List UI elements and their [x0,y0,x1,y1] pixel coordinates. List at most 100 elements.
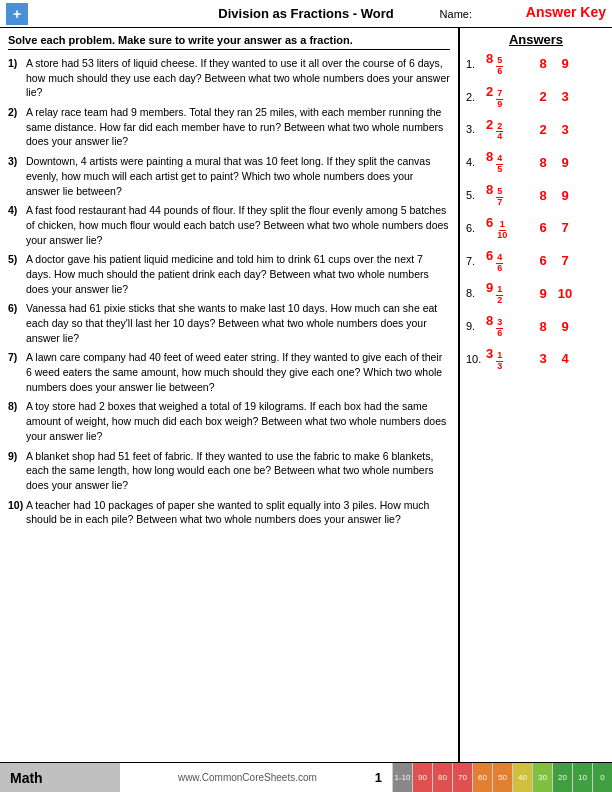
answer-row: 3. 224 2 3 [466,117,606,143]
answers-section: Answers 1. 856 8 9 2. 279 2 3 3. 224 2 3… [460,28,612,762]
answer-whole: 2 [486,84,493,99]
answer-whole: 3 [486,346,493,361]
answer-fraction: 6110 [486,215,531,241]
header-title: Division as Fractions - Word [218,6,393,21]
answer-frac-part: 46 [496,253,503,274]
frac-denominator: 3 [496,362,503,372]
answer-upper-bound: 9 [557,56,573,71]
answer-whole: 9 [486,280,493,295]
answer-number: 4. [466,156,486,168]
answer-row: 7. 646 6 7 [466,248,606,274]
problem-text: A relay race team had 9 members. Total t… [26,105,450,149]
problem-text: Downtown, 4 artists were painting a mura… [26,154,450,198]
problem-number: 10) [8,498,26,527]
answer-frac-part: 36 [496,318,503,339]
answer-lower-bound: 9 [535,286,551,301]
answer-number: 1. [466,58,486,70]
answer-fraction: 836 [486,313,531,339]
score-box: 20 [552,763,572,792]
problem-text: Vanessa had 61 pixie sticks that she wan… [26,301,450,345]
problem-number: 8) [8,399,26,443]
answer-frac-part: 12 [496,285,503,306]
answer-number: 9. [466,320,486,332]
footer: Math www.CommonCoreSheets.com 1 1-109080… [0,762,612,792]
problem-item: 9) A blanket shop had 51 feet of fabric.… [8,449,450,493]
answer-whole: 6 [486,248,493,263]
problem-text: A blanket shop had 51 feet of fabric. If… [26,449,450,493]
problem-number: 9) [8,449,26,493]
answer-number: 6. [466,222,486,234]
footer-url: www.CommonCoreSheets.com [120,772,375,783]
answer-frac-part: 79 [496,89,503,110]
problem-text: A doctor gave his patient liquid medicin… [26,252,450,296]
footer-scores: 1-109080706050403020100 [392,763,612,792]
answers-title: Answers [466,32,606,47]
problem-item: 4) A fast food restaurant had 44 pounds … [8,203,450,247]
answer-lower-bound: 8 [535,319,551,334]
answer-whole: 6 [486,215,493,230]
frac-denominator: 4 [496,132,503,142]
answer-upper-bound: 9 [557,155,573,170]
answer-upper-bound: 7 [557,220,573,235]
problem-number: 3) [8,154,26,198]
answer-row: 6. 6110 6 7 [466,215,606,241]
frac-denominator: 7 [496,198,503,208]
frac-denominator: 10 [496,231,508,241]
answer-fraction: 313 [486,346,531,372]
answer-row: 10. 313 3 4 [466,346,606,372]
problem-number: 7) [8,350,26,394]
frac-denominator: 5 [496,165,503,175]
answer-fraction: 279 [486,84,531,110]
answer-frac-part: 110 [496,220,508,241]
answer-number: 7. [466,255,486,267]
answer-row: 8. 912 9 10 [466,280,606,306]
answer-whole: 8 [486,149,493,164]
answer-fraction: 857 [486,182,531,208]
answer-frac-part: 56 [496,56,503,77]
footer-page: 1 [375,770,382,785]
answer-fraction: 845 [486,149,531,175]
problem-number: 2) [8,105,26,149]
frac-denominator: 9 [496,100,503,110]
answer-key-label: Answer Key [526,4,606,20]
problem-text: A teacher had 10 packages of paper she w… [26,498,450,527]
score-box: 70 [452,763,472,792]
answer-fraction: 912 [486,280,531,306]
answer-frac-part: 45 [496,154,503,175]
answer-row: 2. 279 2 3 [466,84,606,110]
answers-container: 1. 856 8 9 2. 279 2 3 3. 224 2 3 4. 845 … [466,51,606,372]
score-box: 80 [432,763,452,792]
frac-denominator: 6 [496,264,503,274]
answer-fraction: 224 [486,117,531,143]
answer-frac-part: 13 [496,351,503,372]
answer-upper-bound: 7 [557,253,573,268]
answer-number: 3. [466,123,486,135]
frac-denominator: 6 [496,67,503,77]
main-content: Solve each problem. Make sure to write y… [0,28,612,762]
answer-lower-bound: 3 [535,351,551,366]
answer-row: 5. 857 8 9 [466,182,606,208]
footer-math-label: Math [0,763,120,792]
answer-fraction: 856 [486,51,531,77]
score-box: 10 [572,763,592,792]
answer-upper-bound: 3 [557,122,573,137]
problem-text: A lawn care company had 40 feet of weed … [26,350,450,394]
problem-item: 6) Vanessa had 61 pixie sticks that she … [8,301,450,345]
score-box: 60 [472,763,492,792]
problem-number: 5) [8,252,26,296]
answer-lower-bound: 8 [535,188,551,203]
problem-item: 8) A toy store had 2 boxes that weighed … [8,399,450,443]
score-box: 90 [412,763,432,792]
answer-lower-bound: 2 [535,122,551,137]
problem-number: 6) [8,301,26,345]
answer-number: 5. [466,189,486,201]
answer-lower-bound: 6 [535,220,551,235]
answer-lower-bound: 2 [535,89,551,104]
answer-whole: 8 [486,313,493,328]
answer-lower-bound: 8 [535,56,551,71]
header: + Division as Fractions - Word Name: Ans… [0,0,612,28]
answer-number: 2. [466,91,486,103]
frac-denominator: 6 [496,329,503,339]
frac-numerator: 4 [496,253,503,264]
instruction: Solve each problem. Make sure to write y… [8,34,450,50]
